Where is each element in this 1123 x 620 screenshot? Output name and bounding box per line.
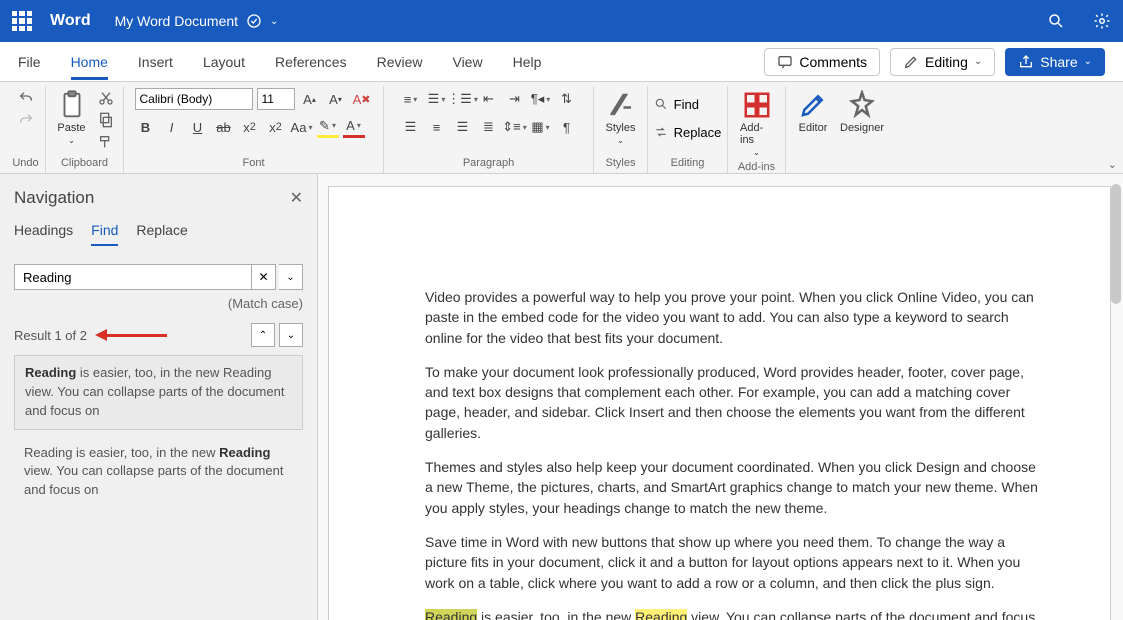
find-button[interactable]: Find	[654, 92, 722, 116]
undo-button[interactable]	[15, 88, 37, 108]
replace-button[interactable]: Replace	[654, 120, 722, 144]
match-case-label: (Match case)	[14, 296, 303, 311]
undo-label: Undo	[12, 155, 38, 173]
result-count: Result 1 of 2	[14, 328, 87, 343]
paragraph-label: Paragraph	[463, 155, 514, 173]
nav-tab-replace[interactable]: Replace	[136, 222, 187, 246]
ribbon: Undo Paste⌄ Clipboard A▴ A▾ A✖	[0, 82, 1123, 174]
grow-font-button[interactable]: A▴	[299, 88, 321, 110]
align-left-button[interactable]: ☰	[400, 116, 422, 138]
align-center-button[interactable]: ≡	[426, 116, 448, 138]
editor-button[interactable]: Editor	[794, 88, 832, 136]
search-result-1[interactable]: Reading is easier, too, in the new Readi…	[14, 355, 303, 430]
format-painter-button[interactable]	[95, 132, 117, 152]
comments-button[interactable]: Comments	[764, 48, 880, 76]
line-spacing-button[interactable]: ⇕≡	[504, 116, 526, 138]
tab-help[interactable]: Help	[513, 44, 542, 80]
increase-indent-button[interactable]: ⇥	[504, 88, 526, 110]
clear-search-icon[interactable]: ✕	[252, 264, 276, 290]
clear-format-button[interactable]: A✖	[351, 88, 373, 110]
styles-button[interactable]: Styles⌄	[602, 88, 640, 147]
search-input[interactable]	[14, 264, 252, 290]
app-launcher-icon[interactable]	[12, 11, 32, 31]
text-direction-button[interactable]: ¶◂	[530, 88, 552, 110]
chevron-down-icon[interactable]: ⌄	[270, 16, 278, 27]
editing-label: Editing	[671, 155, 705, 173]
paste-button[interactable]: Paste⌄	[53, 88, 91, 147]
ribbon-tabs: File Home Insert Layout References Revie…	[0, 42, 1123, 82]
tab-references[interactable]: References	[275, 44, 347, 80]
italic-button[interactable]: I	[161, 116, 183, 138]
addins-button[interactable]: Add-ins⌄	[736, 88, 777, 159]
paragraph[interactable]: Save time in Word with new buttons that …	[425, 532, 1038, 593]
tab-insert[interactable]: Insert	[138, 44, 173, 80]
collapse-ribbon-icon[interactable]: ⌄	[1108, 158, 1117, 171]
search-result-2[interactable]: Reading is easier, too, in the new Readi…	[14, 436, 303, 509]
tab-view[interactable]: View	[452, 44, 482, 80]
multilevel-button[interactable]: ⋮☰	[452, 88, 474, 110]
tab-layout[interactable]: Layout	[203, 44, 245, 80]
search-options-icon[interactable]: ⌄	[279, 264, 303, 290]
tab-review[interactable]: Review	[377, 44, 423, 80]
font-color-button[interactable]: A	[343, 116, 365, 138]
document-name[interactable]: My Word Document	[115, 13, 238, 29]
nav-tab-headings[interactable]: Headings	[14, 222, 73, 246]
settings-icon[interactable]	[1093, 12, 1111, 30]
designer-button[interactable]: Designer	[836, 88, 888, 136]
saved-icon	[246, 13, 262, 29]
bold-button[interactable]: B	[135, 116, 157, 138]
change-case-button[interactable]: Aa	[291, 116, 313, 138]
shading-button[interactable]: ▦	[530, 116, 552, 138]
navigation-pane: Navigation ✕ Headings Find Replace ✕ ⌄ (…	[0, 174, 318, 620]
subscript-button[interactable]: x2	[239, 116, 261, 138]
cut-button[interactable]	[95, 88, 117, 108]
shrink-font-button[interactable]: A▾	[325, 88, 347, 110]
superscript-button[interactable]: x2	[265, 116, 287, 138]
nav-title: Navigation	[14, 188, 94, 208]
font-name-select[interactable]	[135, 88, 253, 110]
share-button[interactable]: Share⌄	[1005, 48, 1105, 76]
bullets-button[interactable]: ≡	[400, 88, 422, 110]
paragraph[interactable]: Themes and styles also help keep your do…	[425, 457, 1038, 518]
document-area[interactable]: Video provides a powerful way to help yo…	[318, 174, 1123, 620]
prev-result-button[interactable]: ⌃	[251, 323, 275, 347]
editing-mode-button[interactable]: Editing⌄	[890, 48, 995, 76]
decrease-indent-button[interactable]: ⇤	[478, 88, 500, 110]
justify-button[interactable]: ≣	[478, 116, 500, 138]
styles-label: Styles	[606, 155, 636, 173]
align-right-button[interactable]: ☰	[452, 116, 474, 138]
highlight-button[interactable]: ✎	[317, 116, 339, 138]
sort-button[interactable]: ⇅	[556, 88, 578, 110]
vertical-scrollbar[interactable]	[1111, 184, 1121, 304]
numbering-button[interactable]: ☰	[426, 88, 448, 110]
paragraph[interactable]: Reading is easier, too, in the new Readi…	[425, 607, 1038, 620]
close-icon[interactable]: ✕	[290, 188, 303, 208]
search-highlight-current: Reading	[425, 609, 477, 620]
titlebar: Word My Word Document ⌄	[0, 0, 1123, 42]
show-marks-button[interactable]: ¶	[556, 116, 578, 138]
font-size-select[interactable]	[257, 88, 295, 110]
annotation-arrow	[97, 330, 167, 340]
search-highlight: Reading	[635, 609, 687, 620]
font-label: Font	[242, 155, 264, 173]
document-page[interactable]: Video provides a powerful way to help yo…	[328, 186, 1111, 620]
strikethrough-button[interactable]: ab	[213, 116, 235, 138]
nav-tab-find[interactable]: Find	[91, 222, 118, 246]
paragraph[interactable]: To make your document look professionall…	[425, 362, 1038, 443]
app-name: Word	[50, 12, 91, 30]
copy-button[interactable]	[95, 110, 117, 130]
next-result-button[interactable]: ⌄	[279, 323, 303, 347]
tab-file[interactable]: File	[18, 44, 41, 80]
underline-button[interactable]: U	[187, 116, 209, 138]
clipboard-label: Clipboard	[61, 155, 108, 173]
tab-home[interactable]: Home	[71, 44, 108, 80]
search-icon[interactable]	[1047, 12, 1065, 30]
paragraph[interactable]: Video provides a powerful way to help yo…	[425, 287, 1038, 348]
redo-button[interactable]	[15, 110, 37, 130]
